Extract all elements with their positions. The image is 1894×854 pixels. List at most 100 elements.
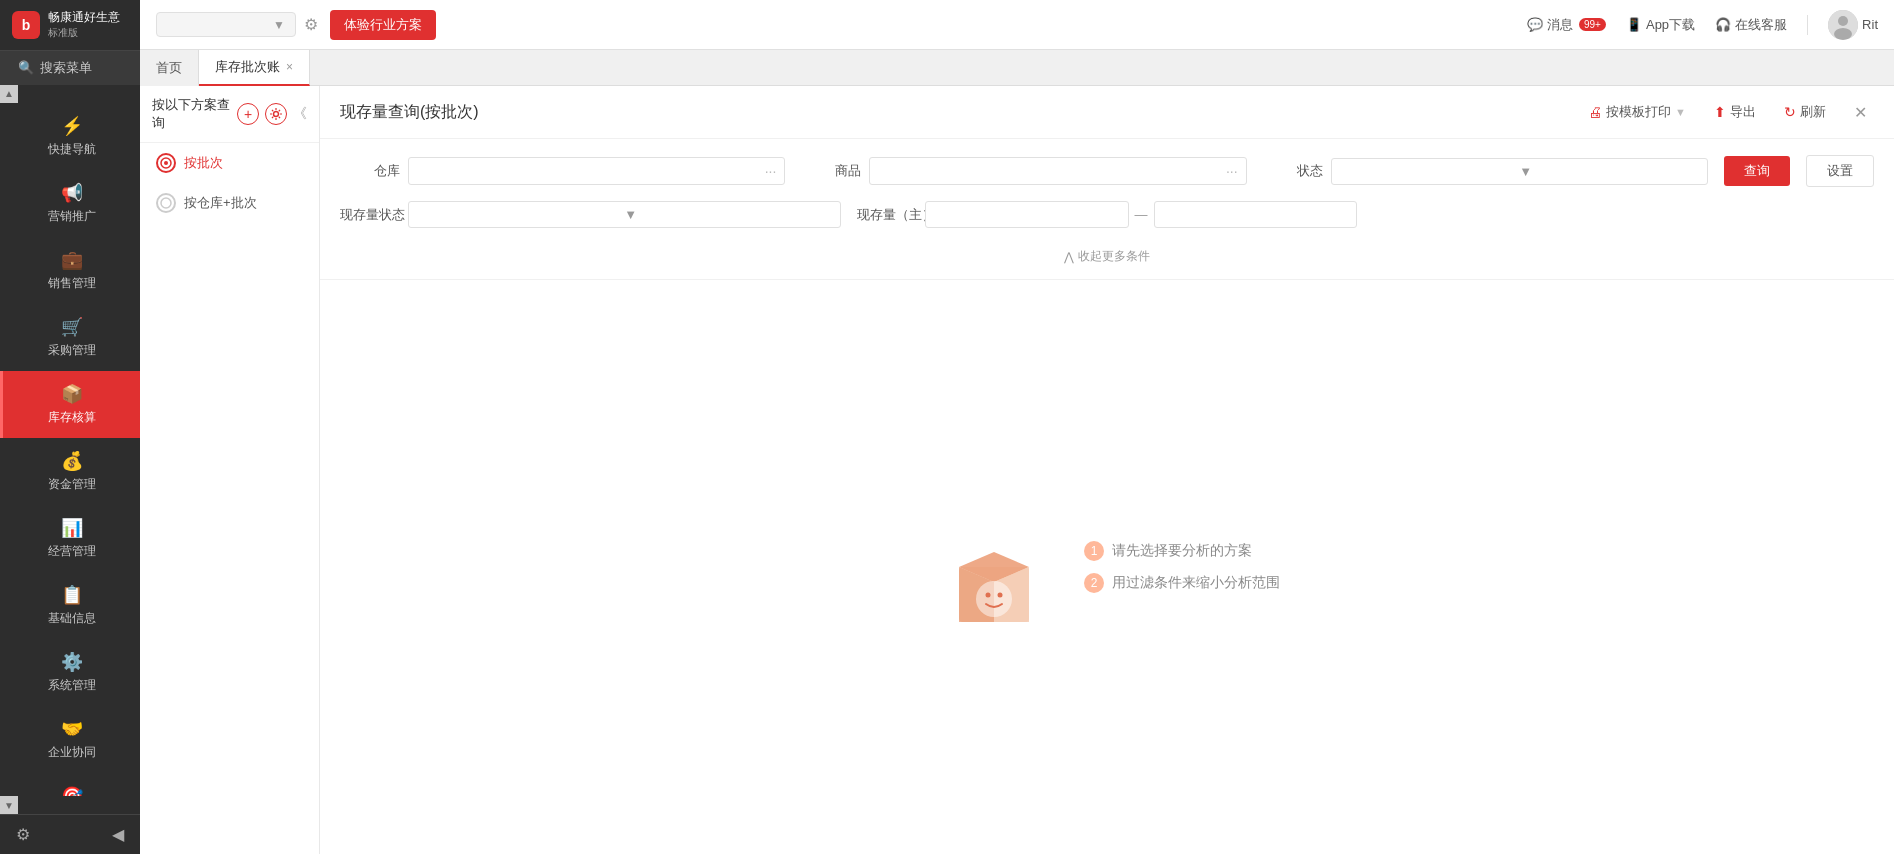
basic-info-icon: 📋 — [61, 584, 83, 606]
system-icon: ⚙️ — [61, 651, 83, 673]
user-name: Rit — [1862, 17, 1878, 32]
sidebar-toggle-icon[interactable]: ◀ — [112, 825, 124, 844]
main-panel: 现存量查询(按批次) 🖨 按模板打印 ▼ ⬆ 导出 ↻ 刷新 — [320, 86, 1894, 854]
sidebar-item-new-guide[interactable]: 🎯 新手引导 — [0, 773, 140, 796]
page-title-actions: 🖨 按模板打印 ▼ ⬆ 导出 ↻ 刷新 ✕ — [1580, 98, 1874, 126]
sidebar-item-operations[interactable]: 📊 经营管理 — [0, 505, 140, 572]
finance-icon: 💰 — [61, 450, 83, 472]
sidebar-item-finance[interactable]: 💰 资金管理 — [0, 438, 140, 505]
scheme-batch-label: 按批次 — [184, 154, 223, 172]
sidebar-item-basic-info[interactable]: 📋 基础信息 — [0, 572, 140, 639]
filter-panel-title: 按以下方案查询 — [152, 96, 237, 132]
user-profile-btn[interactable]: Rit — [1828, 10, 1878, 40]
filter-panel-header: 按以下方案查询 + 《 — [140, 86, 319, 143]
sidebar-scroll-down[interactable]: ▼ — [0, 796, 18, 814]
sidebar-item-enterprise[interactable]: 🤝 企业协同 — [0, 706, 140, 773]
export-label: 导出 — [1730, 103, 1756, 121]
scheme-batch-icon — [156, 153, 176, 173]
scheme-warehouse-batch-label: 按仓库+批次 — [184, 194, 257, 212]
sidebar-item-sales[interactable]: 💼 销售管理 — [0, 237, 140, 304]
operations-icon: 📊 — [61, 517, 83, 539]
purchase-label: 采购管理 — [48, 342, 96, 359]
messages-btn[interactable]: 💬 消息 99+ — [1527, 16, 1606, 34]
sidebar-item-marketing[interactable]: 📢 营销推广 — [0, 170, 140, 237]
marketing-label: 营销推广 — [48, 208, 96, 225]
warehouse-label: 仓库 — [340, 162, 400, 180]
product-dots-icon[interactable]: ··· — [1226, 163, 1238, 179]
empty-state: 1 请先选择要分析的方案 2 用过滤条件来缩小分析范围 — [320, 280, 1894, 854]
search-row-1: 仓库 ··· 商品 ··· 状态 — [340, 155, 1874, 187]
scheme-batch[interactable]: 按批次 — [140, 143, 319, 183]
scheme-settings-btn[interactable] — [265, 103, 287, 125]
search-form: 仓库 ··· 商品 ··· 状态 — [320, 139, 1894, 280]
app-download-icon: 📱 — [1626, 17, 1642, 32]
sidebar-item-system[interactable]: ⚙️ 系统管理 — [0, 639, 140, 706]
stock-qty-max[interactable] — [1154, 201, 1358, 228]
settings-button[interactable]: 设置 — [1806, 155, 1874, 187]
sidebar-item-quick-nav[interactable]: ⚡ 快捷导航 — [0, 103, 140, 170]
sales-label: 销售管理 — [48, 275, 96, 292]
svg-point-12 — [986, 593, 991, 598]
inventory-icon: 📦 — [61, 383, 83, 405]
sidebar-scroll-up[interactable]: ▲ — [0, 85, 18, 103]
marketing-icon: 📢 — [61, 182, 83, 204]
svg-point-2 — [1834, 28, 1852, 40]
add-scheme-btn[interactable]: + — [237, 103, 259, 125]
app-download-btn[interactable]: 📱 App下载 — [1626, 16, 1695, 34]
search-menu-label: 搜索菜单 — [40, 59, 92, 77]
refresh-btn[interactable]: ↻ 刷新 — [1776, 99, 1834, 125]
product-input[interactable] — [878, 164, 1226, 179]
query-button[interactable]: 查询 — [1724, 156, 1790, 186]
product-input-wrap[interactable]: ··· — [869, 157, 1246, 185]
stock-qty-dash: — — [1135, 207, 1148, 222]
print-btn[interactable]: 🖨 按模板打印 ▼ — [1580, 99, 1694, 125]
status-select[interactable]: ▼ — [1331, 158, 1708, 185]
search-menu-btn[interactable]: 🔍 搜索菜单 — [0, 51, 140, 85]
scheme-warehouse-batch[interactable]: 按仓库+批次 — [140, 183, 319, 223]
svg-point-6 — [161, 198, 171, 208]
sidebar-settings-icon[interactable]: ⚙ — [16, 825, 30, 844]
empty-hint-2: 2 用过滤条件来缩小分析范围 — [1084, 573, 1280, 593]
panel-close-btn[interactable]: ✕ — [1846, 98, 1874, 126]
stock-qty-field: 现存量（主） — — [857, 201, 1358, 228]
product-label: 商品 — [801, 162, 861, 180]
warehouse-input-wrap[interactable]: ··· — [408, 157, 785, 185]
operations-label: 经营管理 — [48, 543, 96, 560]
sidebar-item-purchase[interactable]: 🛒 采购管理 — [0, 304, 140, 371]
tab-home[interactable]: 首页 — [140, 50, 199, 86]
stock-status-label: 现存量状态 — [340, 206, 400, 224]
warehouse-dots-icon[interactable]: ··· — [765, 163, 777, 179]
refresh-label: 刷新 — [1800, 103, 1826, 121]
stock-status-select[interactable]: ▼ — [408, 201, 841, 228]
scheme-warehouse-batch-icon — [156, 193, 176, 213]
sidebar-item-inventory[interactable]: 📦 库存核算 — [0, 371, 140, 438]
filter-collapse-btn[interactable]: 《 — [293, 105, 307, 123]
warehouse-field: 仓库 ··· — [340, 157, 785, 185]
online-service-btn[interactable]: 🎧 在线客服 — [1715, 16, 1787, 34]
collapse-more-btn[interactable]: ⋀ 收起更多条件 — [340, 242, 1874, 271]
tab-batch-stock[interactable]: 库存批次账 × — [199, 50, 310, 86]
app-logo-icon: b — [12, 11, 40, 39]
search-menu-icon: 🔍 — [18, 60, 34, 75]
print-dropdown-icon[interactable]: ▼ — [1675, 106, 1686, 118]
topbar-search-dropdown-icon[interactable]: ▼ — [273, 18, 285, 32]
content-area: 按以下方案查询 + 《 按批次 — [140, 86, 1894, 854]
app-name: 畅康通好生意 — [48, 10, 120, 26]
experience-btn[interactable]: 体验行业方案 — [330, 10, 436, 40]
topbar-search-input[interactable] — [167, 17, 269, 32]
export-btn[interactable]: ⬆ 导出 — [1706, 99, 1764, 125]
topbar-gear-icon[interactable]: ⚙ — [304, 15, 318, 34]
basic-info-label: 基础信息 — [48, 610, 96, 627]
topbar-search-wrap[interactable]: ▼ — [156, 12, 296, 37]
warehouse-input[interactable] — [417, 164, 765, 179]
empty-hint-1: 1 请先选择要分析的方案 — [1084, 541, 1280, 561]
sidebar-footer: ⚙ ◀ — [0, 814, 140, 854]
tab-batch-stock-close[interactable]: × — [286, 60, 293, 74]
svg-point-11 — [976, 581, 1012, 617]
online-service-icon: 🎧 — [1715, 17, 1731, 32]
stock-qty-range: — — [925, 201, 1358, 228]
stock-qty-min[interactable] — [925, 201, 1129, 228]
hint-2-text: 用过滤条件来缩小分析范围 — [1112, 574, 1280, 592]
user-avatar — [1828, 10, 1858, 40]
messages-label: 消息 — [1547, 16, 1573, 34]
